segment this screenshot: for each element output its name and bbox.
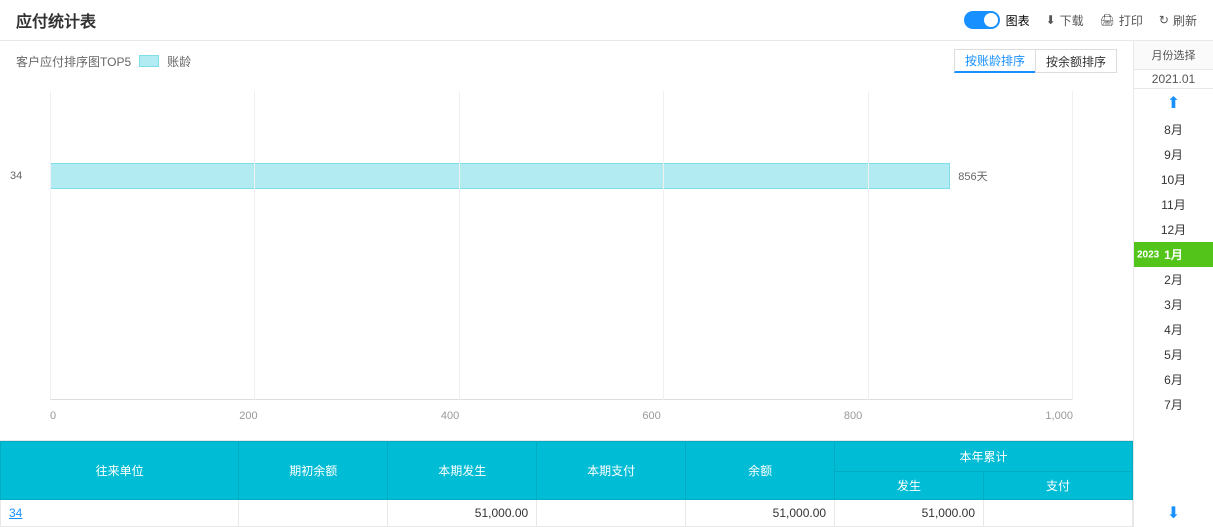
- table-wrapper: 往来单位 期初余额 本期发生 本期支付 余额 本年累计 发生 支付: [0, 441, 1133, 527]
- chart-toggle[interactable]: [964, 11, 1000, 29]
- col-year-total-header: 本年累计: [835, 442, 1133, 472]
- month-label: 7月: [1164, 398, 1183, 412]
- col-period-balance-header: 期初余额: [239, 442, 388, 500]
- scroll-down-button[interactable]: ⬇: [1134, 499, 1213, 527]
- col-year-pay-header: 支付: [984, 472, 1133, 500]
- month-label: 8月: [1164, 123, 1183, 137]
- chart-label: 图表: [1006, 12, 1030, 29]
- month-item[interactable]: 2月: [1134, 267, 1213, 292]
- month-label: 12月: [1161, 223, 1186, 237]
- page-title: 应付统计表: [16, 8, 96, 32]
- month-item[interactable]: 10月: [1134, 167, 1213, 192]
- print-button[interactable]: 🖨 打印: [1100, 12, 1143, 29]
- month-item[interactable]: 6月: [1134, 367, 1213, 392]
- legend-box: [139, 55, 159, 67]
- chart-body: 34 856天 0 200 400 600 800 1,000: [0, 81, 1133, 440]
- x-tick-800: 800: [844, 410, 862, 422]
- chart-toggle-group[interactable]: 图表: [964, 11, 1030, 29]
- print-label: 打印: [1119, 12, 1143, 29]
- x-axis-line: [50, 399, 1073, 400]
- cell-period-occur: 51,000.00: [388, 500, 537, 527]
- table-section: 往来单位 期初余额 本期发生 本期支付 余额 本年累计 发生 支付: [0, 440, 1133, 527]
- x-tick-1000: 1,000: [1045, 410, 1073, 422]
- month-label: 3月: [1164, 298, 1183, 312]
- cell-period-balance: [239, 500, 388, 527]
- x-tick-600: 600: [642, 410, 660, 422]
- refresh-label: 刷新: [1173, 12, 1197, 29]
- col-balance-header: 余额: [686, 442, 835, 500]
- x-tick-200: 200: [239, 410, 257, 422]
- month-item[interactable]: 8月: [1134, 117, 1213, 142]
- bar-fill: [50, 163, 950, 189]
- month-label: 9月: [1164, 148, 1183, 162]
- chart-sort: 按账龄排序 按余额排序: [954, 49, 1117, 73]
- cell-year-pay: [984, 500, 1133, 527]
- month-label: 10月: [1161, 173, 1186, 187]
- bar-end-label: 856天: [958, 168, 987, 184]
- cell-year-occur: 51,000.00: [835, 500, 984, 527]
- col-period-occur-header: 本期发生: [388, 442, 537, 500]
- month-label: 5月: [1164, 348, 1183, 362]
- refresh-icon: ↻: [1159, 13, 1169, 27]
- month-label: 6月: [1164, 373, 1183, 387]
- header-actions: 图表 ⬇ 下载 🖨 打印 ↻ 刷新: [964, 11, 1197, 29]
- x-tick-400: 400: [441, 410, 459, 422]
- scroll-up-button[interactable]: ⬆: [1134, 89, 1213, 117]
- print-icon: 🖨: [1100, 13, 1115, 27]
- year-badge: 2023: [1134, 248, 1162, 261]
- month-label: 11月: [1161, 198, 1185, 212]
- month-item[interactable]: 12月: [1134, 217, 1213, 242]
- x-axis-ticks: 0 200 400 600 800 1,000: [50, 410, 1073, 422]
- month-label: 2月: [1164, 273, 1183, 287]
- legend-box-label: 账龄: [167, 53, 191, 70]
- legend-label: 客户应付排序图TOP5: [16, 53, 131, 70]
- month-item[interactable]: 7月: [1134, 392, 1213, 417]
- chart-legend: 客户应付排序图TOP5 账龄: [16, 53, 191, 70]
- bar-row-label: 34: [10, 170, 22, 182]
- table-row: 34 51,000.00 51,000.00 51,000.00: [1, 500, 1133, 527]
- right-sidebar: 月份选择 2021.01 ⬆ 8月 9月 10月 11月 12月 20231月 2月 3月 4月…: [1133, 41, 1213, 527]
- month-list: 8月 9月 10月 11月 12月 20231月 2月 3月 4月 5月 6月 7月: [1134, 117, 1213, 499]
- col-period-pay-header: 本期支付: [537, 442, 686, 500]
- sort-by-balance-button[interactable]: 按余额排序: [1035, 49, 1117, 73]
- month-item[interactable]: 3月: [1134, 292, 1213, 317]
- month-item[interactable]: 11月: [1134, 192, 1213, 217]
- page-header: 应付统计表 图表 ⬇ 下载 🖨 打印 ↻ 刷新: [0, 0, 1213, 41]
- month-item[interactable]: 9月: [1134, 142, 1213, 167]
- download-icon: ⬇: [1046, 13, 1056, 27]
- sidebar-year-value: 2021.01: [1134, 70, 1213, 89]
- cell-unit[interactable]: 34: [1, 500, 239, 527]
- month-item[interactable]: 20231月: [1134, 242, 1213, 267]
- month-label: 4月: [1164, 323, 1183, 337]
- download-label: 下载: [1060, 12, 1084, 29]
- cell-period-pay: [537, 500, 686, 527]
- chart-header: 客户应付排序图TOP5 账龄 按账龄排序 按余额排序: [0, 41, 1133, 81]
- col-year-occur-header: 发生: [835, 472, 984, 500]
- download-button[interactable]: ⬇ 下载: [1046, 12, 1084, 29]
- chart-section: 客户应付排序图TOP5 账龄 按账龄排序 按余额排序 34 856天: [0, 41, 1133, 527]
- cell-balance: 51,000.00: [686, 500, 835, 527]
- x-tick-0: 0: [50, 410, 56, 422]
- col-unit-header: 往来单位: [1, 442, 239, 500]
- content-area: 客户应付排序图TOP5 账龄 按账龄排序 按余额排序 34 856天: [0, 41, 1213, 527]
- month-item[interactable]: 4月: [1134, 317, 1213, 342]
- sidebar-header: 月份选择: [1134, 41, 1213, 70]
- refresh-button[interactable]: ↻ 刷新: [1159, 12, 1197, 29]
- month-item[interactable]: 5月: [1134, 342, 1213, 367]
- summary-table: 往来单位 期初余额 本期发生 本期支付 余额 本年累计 发生 支付: [0, 441, 1133, 527]
- month-label: 1月: [1164, 248, 1183, 262]
- sort-by-age-button[interactable]: 按账龄排序: [954, 49, 1035, 73]
